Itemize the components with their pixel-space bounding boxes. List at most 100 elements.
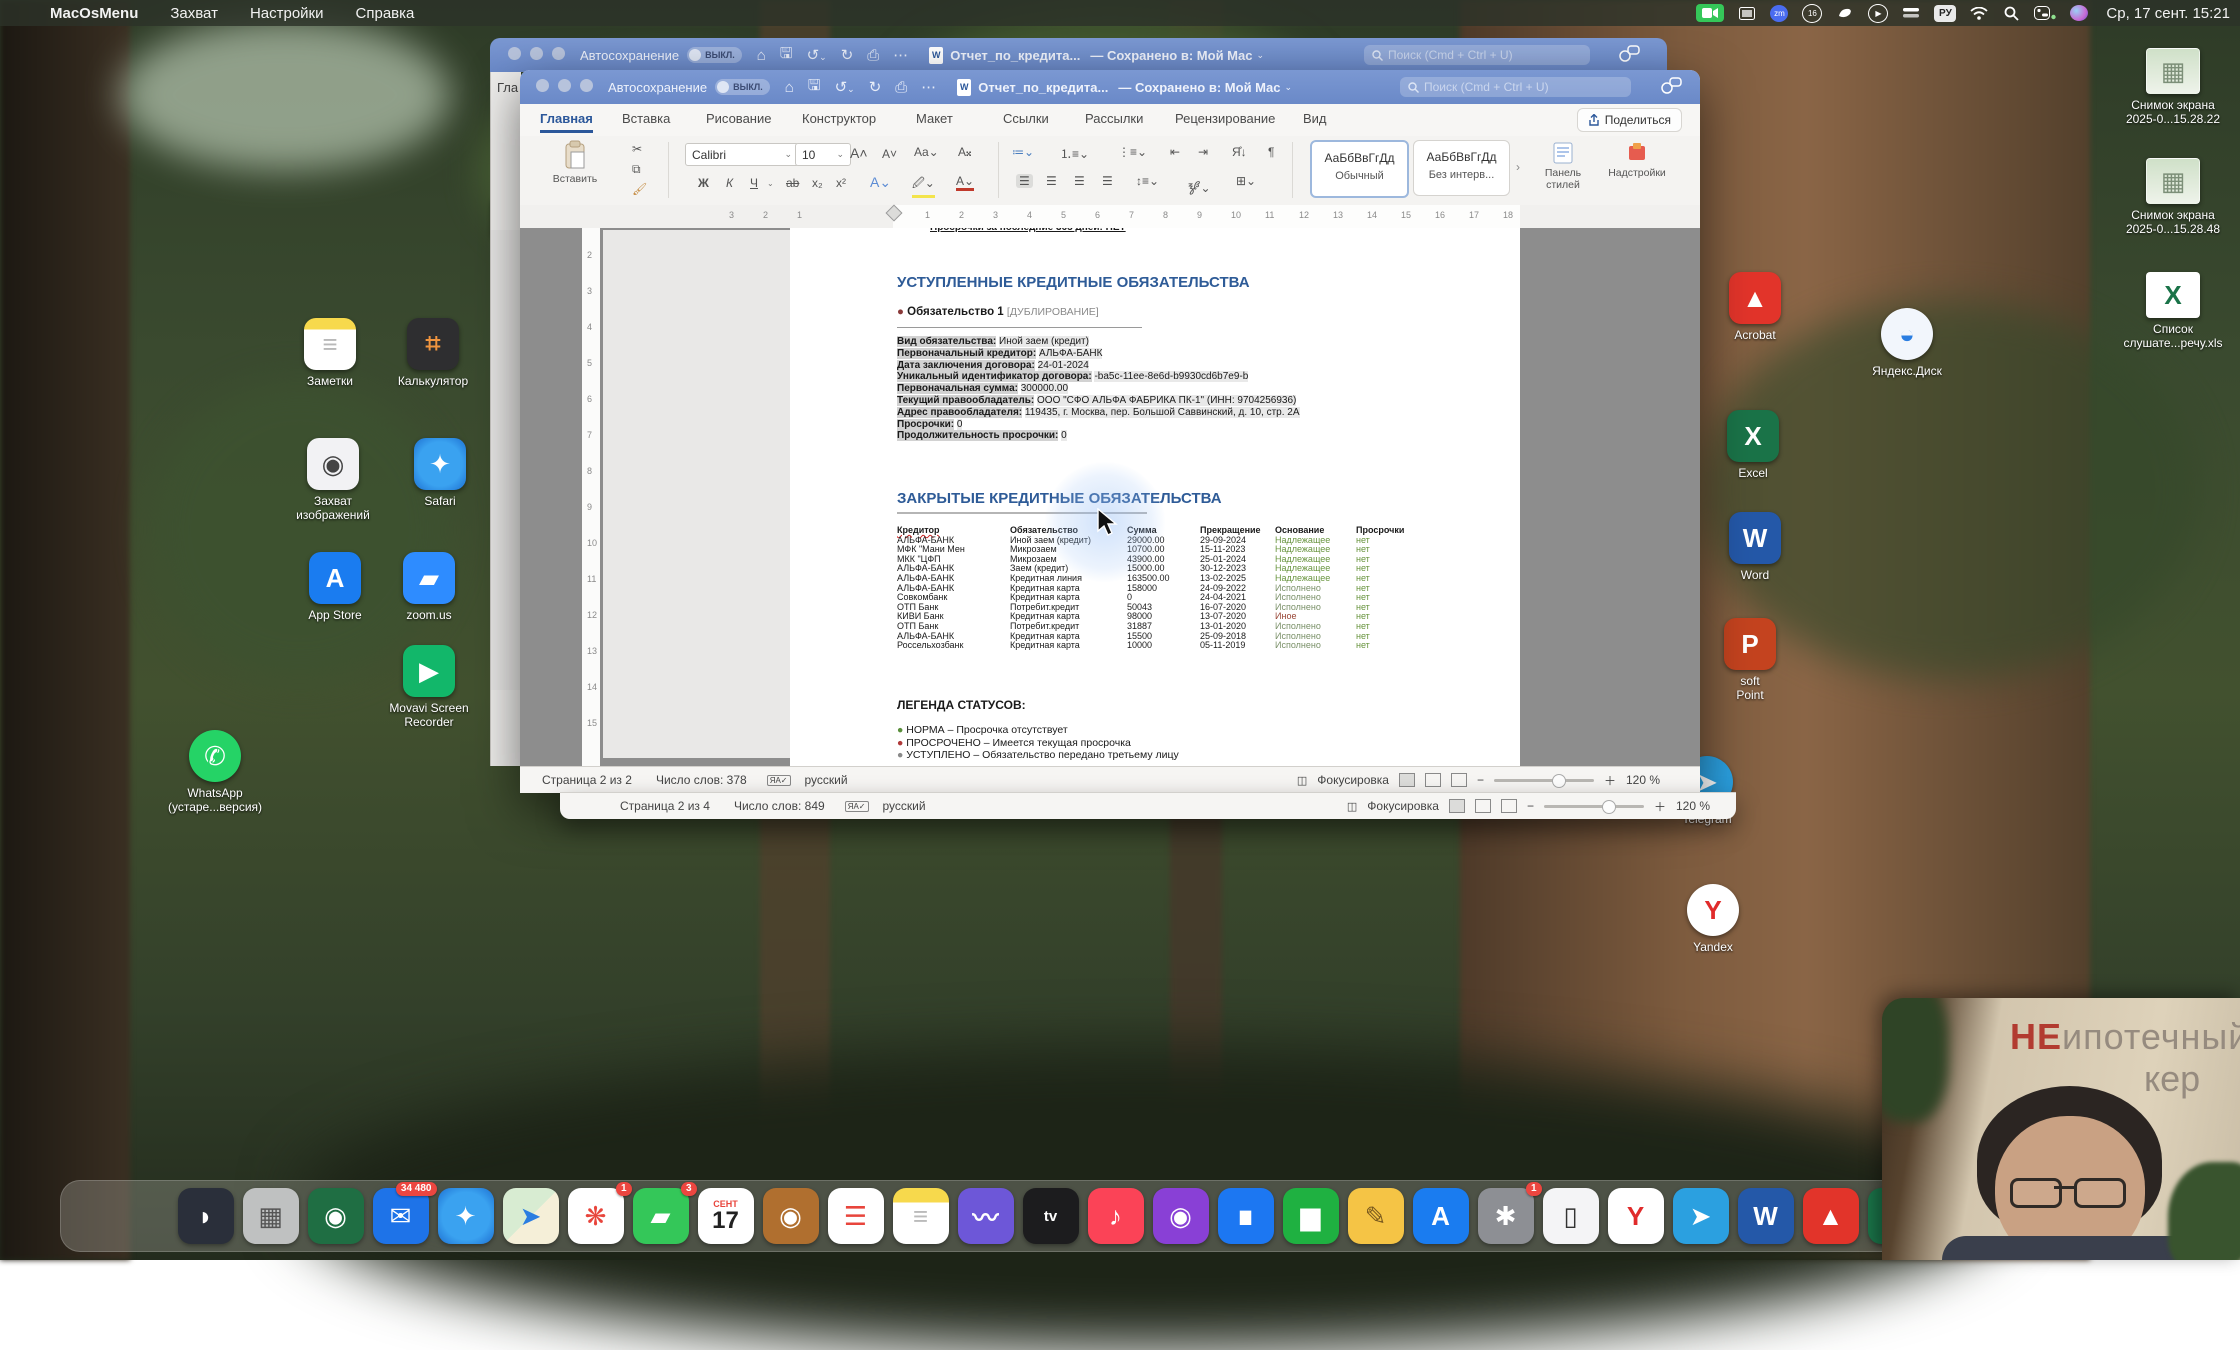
font-size-select[interactable]: 10⌄ xyxy=(795,143,851,166)
autosave-toggle[interactable]: ВЫКЛ. xyxy=(687,47,742,63)
underline-caret[interactable]: ⌄ xyxy=(767,179,774,188)
dock-reminders-icon[interactable]: ☰ xyxy=(828,1188,884,1244)
view-read-icon[interactable] xyxy=(1449,799,1465,813)
save-icon[interactable]: 🖫 xyxy=(808,75,821,100)
zoom-slider[interactable] xyxy=(1494,779,1594,782)
autosave-toggle[interactable]: ВЫКЛ. xyxy=(715,79,770,95)
search-field[interactable]: Поиск (Cmd + Ctrl + U) xyxy=(1400,77,1631,97)
desktop-icon-zoom-us[interactable]: ▰ zoom.us xyxy=(374,552,484,622)
tab-Вид[interactable]: Вид xyxy=(1303,111,1327,126)
decrease-indent-icon[interactable]: ⇤ xyxy=(1170,145,1180,159)
sort-icon[interactable]: Я̊↓ xyxy=(1232,145,1247,159)
view-read-icon[interactable] xyxy=(1399,773,1415,787)
zoom-out-button[interactable]: − xyxy=(1527,799,1534,813)
control-center-icon[interactable] xyxy=(1902,4,1920,22)
word-count[interactable]: Число слов: 378 xyxy=(656,773,747,787)
dock-pages-icon[interactable]: ✎ xyxy=(1348,1188,1404,1244)
paste-button[interactable]: Вставить xyxy=(545,140,605,185)
dock-calendar-icon[interactable]: СЕНТ17 xyxy=(698,1188,754,1244)
dock-app-store-icon[interactable]: A xyxy=(1413,1188,1469,1244)
align-right-button[interactable]: ☰ xyxy=(1074,174,1085,188)
dock-safari-icon[interactable]: ✦ xyxy=(438,1188,494,1244)
dock-telegram-icon[interactable]: ➤ xyxy=(1673,1188,1729,1244)
menu-item-0[interactable]: MacOsMenu xyxy=(50,5,138,22)
dock-maps-icon[interactable]: ➤ xyxy=(503,1188,559,1244)
shape-icon[interactable] xyxy=(1836,4,1854,22)
more-icon[interactable]: ⋯ xyxy=(921,78,936,96)
italic-button[interactable]: К xyxy=(726,176,733,190)
dock-numbers-icon[interactable]: ▆ xyxy=(1283,1188,1339,1244)
spellcheck-icon[interactable]: ЯА✓ xyxy=(845,801,869,812)
menu-item-3[interactable]: Справка xyxy=(356,5,415,22)
tab-Макет[interactable]: Макет xyxy=(916,111,953,126)
bullets-icon[interactable]: ≔⌄ xyxy=(1012,145,1034,159)
zoom-in-button[interactable]: ＋ xyxy=(1654,798,1666,815)
dock-finder-icon[interactable]: ◗ xyxy=(178,1188,234,1244)
word-count[interactable]: Число слов: 849 xyxy=(734,799,825,813)
view-print-icon[interactable] xyxy=(1475,799,1491,813)
horizontal-ruler[interactable]: 321123456789101112131415161718 xyxy=(520,205,1700,229)
dock-camera-icon[interactable]: ◉ xyxy=(308,1188,364,1244)
bold-button[interactable]: Ж xyxy=(698,176,709,190)
dock-photo-booth-icon[interactable]: ◉ xyxy=(763,1188,819,1244)
back-search-field[interactable]: Поиск (Cmd + Ctrl + U) xyxy=(1364,45,1590,65)
print-icon[interactable]: ⎙ xyxy=(895,79,907,96)
desktop-icon-image-capture[interactable]: ◉ Захватизображений xyxy=(278,438,388,522)
focus-icon[interactable]: ◫ xyxy=(1347,800,1357,813)
desktop-icon-yandex[interactable]: Y Yandex xyxy=(1658,884,1768,954)
input-language-badge[interactable]: РУ xyxy=(1934,5,1956,22)
borders-icon[interactable]: ⊞⌄ xyxy=(1236,174,1256,188)
dock-launchpad-icon[interactable]: ▦ xyxy=(243,1188,299,1244)
clear-format-icon[interactable]: A𝄪 xyxy=(958,145,971,160)
front-window-titlebar[interactable]: Автосохранение ВЫКЛ. ⌂ 🖫 ↺⌄ ↻ ⎙ ⋯ W Отче… xyxy=(520,70,1700,104)
multilevel-icon[interactable]: ⋮≡⌄ xyxy=(1118,145,1147,159)
share-button[interactable]: Поделиться xyxy=(1577,108,1682,132)
desktop-icon-whatsapp[interactable]: ✆ WhatsApp(устаре...версия) xyxy=(160,730,270,814)
wifi-icon[interactable] xyxy=(1970,4,1988,22)
increase-indent-icon[interactable]: ⇥ xyxy=(1198,145,1208,159)
zoom-level[interactable]: 120 % xyxy=(1676,799,1710,813)
language-indicator[interactable]: русский xyxy=(883,799,926,813)
dock-word-icon[interactable]: W xyxy=(1738,1188,1794,1244)
desktop-icon-yandex-disk[interactable]: ◒ Яндекс.Диск xyxy=(1852,308,1962,378)
tab-Вставка[interactable]: Вставка xyxy=(622,111,670,126)
play-circle-icon[interactable]: ▶ xyxy=(1868,4,1888,23)
tab-Рассылки[interactable]: Рассылки xyxy=(1085,111,1143,126)
zoom-level[interactable]: 120 % xyxy=(1626,773,1660,787)
tab-Главная[interactable]: Главная xyxy=(540,111,593,133)
zoom-out-button[interactable]: − xyxy=(1477,773,1484,787)
styles-gallery-more[interactable]: › xyxy=(1516,160,1520,174)
menu-item-1[interactable]: Захват xyxy=(170,5,218,22)
desktop-icon-screenshot-1[interactable]: ▦ Снимок экрана2025-0...15.28.22 xyxy=(2118,48,2228,126)
cut-icon[interactable]: ✂ xyxy=(632,142,642,156)
style-normal[interactable]: АаБбВвГгДд Обычный xyxy=(1310,140,1409,198)
desktop-icon-calculator[interactable]: ⌗ Калькулятор xyxy=(378,318,488,388)
view-web-icon[interactable] xyxy=(1451,773,1467,787)
back-comments-icon[interactable] xyxy=(1618,45,1640,66)
align-center-button[interactable]: ☰ xyxy=(1046,174,1057,188)
dock-podcasts-icon[interactable]: ◉ xyxy=(1153,1188,1209,1244)
pilcrow-icon[interactable]: ¶ xyxy=(1268,145,1274,159)
undo-icon[interactable]: ↺⌄ xyxy=(807,46,827,64)
dock-facetime-icon[interactable]: ▰3 xyxy=(633,1188,689,1244)
desktop-icon-notes[interactable]: ≡ Заметки xyxy=(275,318,385,388)
traffic-lights[interactable] xyxy=(508,47,574,63)
line-spacing-icon[interactable]: ↕≡⌄ xyxy=(1136,174,1159,188)
shading-icon[interactable]: 🝳⌄ xyxy=(1188,174,1211,199)
tab-Рецензирование[interactable]: Рецензирование xyxy=(1175,111,1275,126)
style-no-spacing[interactable]: АаБбВвГгДд Без интерв... xyxy=(1413,140,1510,196)
align-left-button[interactable]: ☰ xyxy=(1016,174,1033,188)
home-icon[interactable]: ⌂ xyxy=(757,47,766,64)
tab-Ссылки[interactable]: Ссылки xyxy=(1003,111,1049,126)
dock-music-icon[interactable]: ♪ xyxy=(1088,1188,1144,1244)
desktop-icon-word[interactable]: W Word xyxy=(1700,512,1810,582)
camera-active-icon[interactable] xyxy=(1696,4,1724,22)
focus-icon[interactable]: ◫ xyxy=(1297,774,1307,787)
focus-label[interactable]: Фокусировка xyxy=(1367,799,1439,813)
back-window-titlebar[interactable]: Автосохранение ВЫКЛ. ⌂ 🖫 ↺⌄ ↻ ⎙ ⋯ W Отче… xyxy=(490,38,1667,72)
menu-clock[interactable]: Ср, 17 сент. 15:21 xyxy=(2106,5,2230,22)
print-icon[interactable]: ⎙ xyxy=(867,47,879,64)
search-icon[interactable] xyxy=(2002,4,2020,22)
dock-mail-icon[interactable]: ✉34 480 xyxy=(373,1188,429,1244)
desktop-icon-xls-file[interactable]: X Списокслушате...речу.xls xyxy=(2118,272,2228,350)
